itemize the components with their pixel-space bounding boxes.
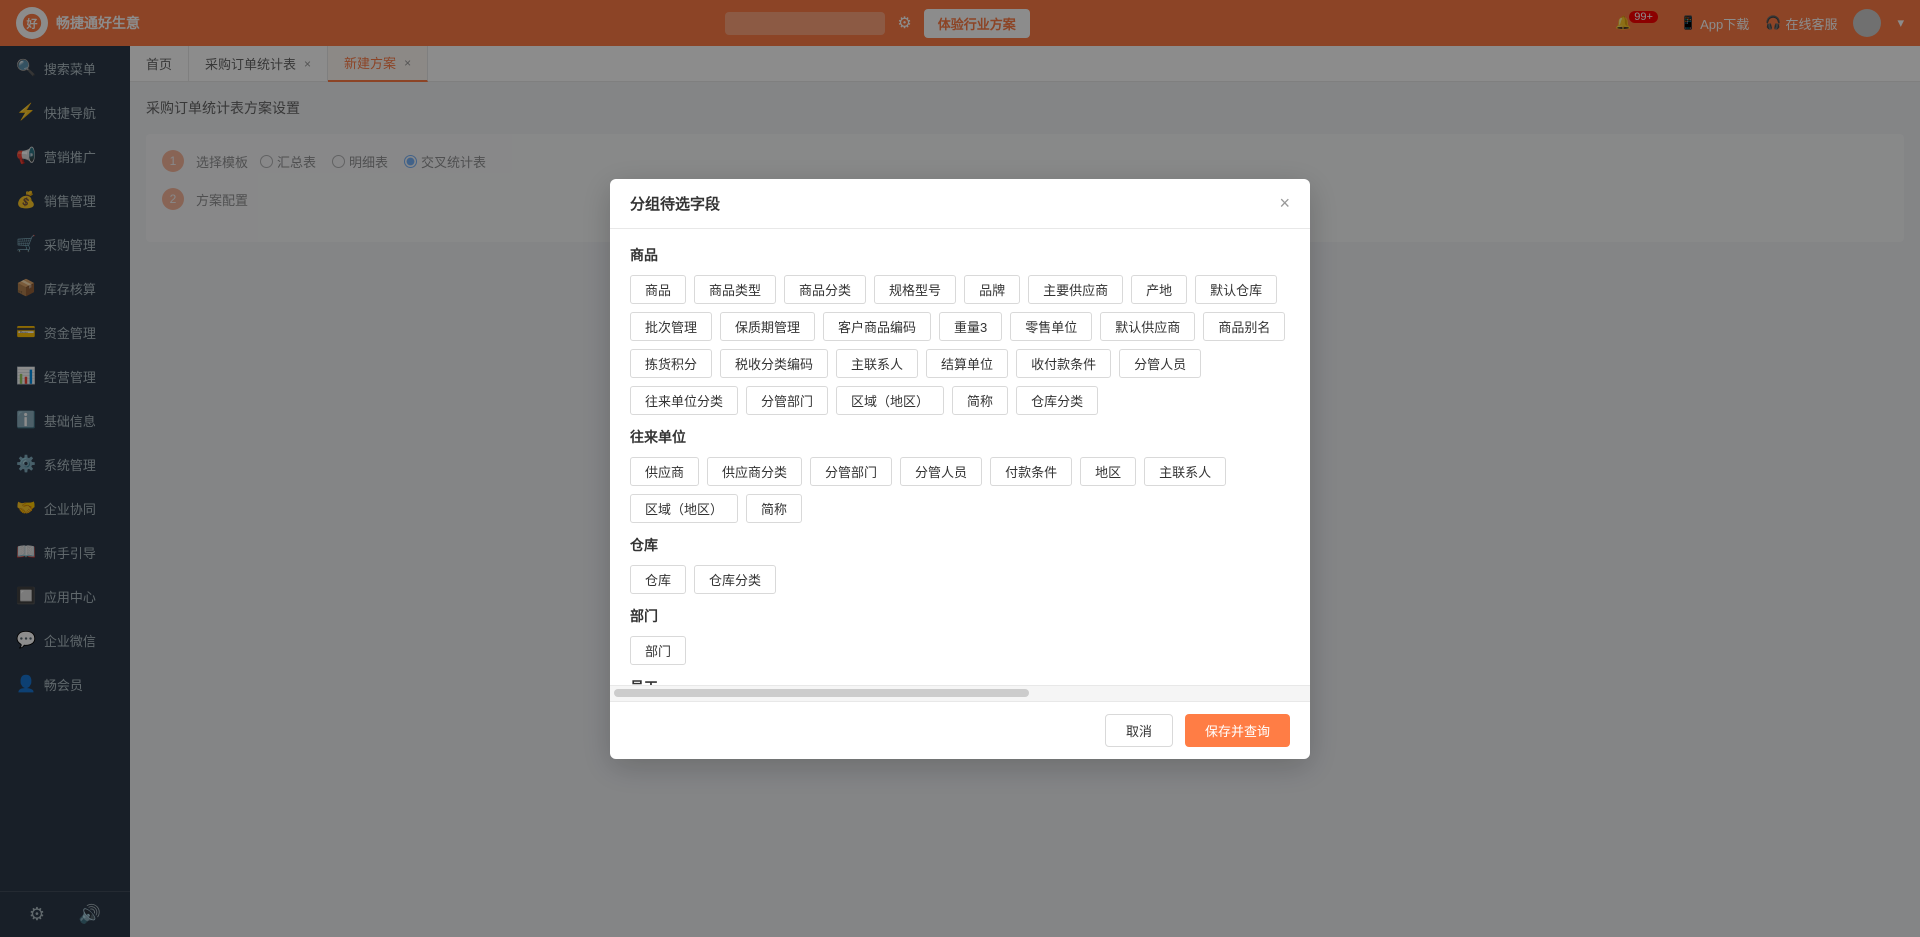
confirm-button[interactable]: 保存并查询: [1185, 714, 1290, 747]
tag-batch-mgmt[interactable]: 批次管理: [630, 312, 712, 341]
tag-supplier[interactable]: 供应商: [630, 457, 699, 486]
tag-retail-unit[interactable]: 零售单位: [1010, 312, 1092, 341]
tag-spec-model[interactable]: 规格型号: [874, 275, 956, 304]
modal-overlay: 分组待选字段 × 商品 商品 商品类型 商品分类 规格型号 品牌 主要供应商 产…: [0, 0, 1920, 937]
tag-default-warehouse[interactable]: 默认仓库: [1195, 275, 1277, 304]
section-title-partner: 往来单位: [630, 427, 1290, 447]
tag-abbr-partner[interactable]: 简称: [746, 494, 802, 523]
tag-goods-type[interactable]: 商品类型: [694, 275, 776, 304]
modal-body: 商品 商品 商品类型 商品分类 规格型号 品牌 主要供应商 产地 默认仓库 批次…: [610, 229, 1310, 685]
tag-region2[interactable]: 区域（地区）: [630, 494, 738, 523]
tag-pick-points[interactable]: 拣货积分: [630, 349, 712, 378]
tag-warehouse-cat[interactable]: 仓库分类: [1016, 386, 1098, 415]
tag-payment-terms[interactable]: 收付款条件: [1016, 349, 1111, 378]
section-title-goods: 商品: [630, 245, 1290, 265]
tag-main-contact[interactable]: 主联系人: [836, 349, 918, 378]
dept-tag-grid: 部门: [630, 636, 1290, 665]
cancel-button[interactable]: 取消: [1105, 714, 1173, 747]
partner-tag-grid: 供应商 供应商分类 分管部门 分管人员 付款条件 地区 主联系人 区域（地区） …: [630, 457, 1290, 523]
tag-brand[interactable]: 品牌: [964, 275, 1020, 304]
tag-manage-dept2[interactable]: 分管部门: [810, 457, 892, 486]
modal: 分组待选字段 × 商品 商品 商品类型 商品分类 规格型号 品牌 主要供应商 产…: [610, 179, 1310, 759]
tag-manage-dept[interactable]: 分管部门: [746, 386, 828, 415]
tag-customer-code[interactable]: 客户商品编码: [823, 312, 931, 341]
tag-warehouse-category[interactable]: 仓库分类: [694, 565, 776, 594]
modal-footer: 取消 保存并查询: [610, 701, 1310, 759]
tag-goods-alias[interactable]: 商品别名: [1203, 312, 1285, 341]
tag-partner-category[interactable]: 往来单位分类: [630, 386, 738, 415]
tag-supplier-category[interactable]: 供应商分类: [707, 457, 802, 486]
section-title-staff: 员工: [630, 677, 1290, 685]
section-title-dept: 部门: [630, 606, 1290, 626]
tag-origin[interactable]: 产地: [1131, 275, 1187, 304]
tag-warehouse[interactable]: 仓库: [630, 565, 686, 594]
tag-default-supplier[interactable]: 默认供应商: [1100, 312, 1195, 341]
tag-goods[interactable]: 商品: [630, 275, 686, 304]
tag-dept[interactable]: 部门: [630, 636, 686, 665]
modal-header: 分组待选字段 ×: [610, 179, 1310, 229]
tag-payment-cond[interactable]: 付款条件: [990, 457, 1072, 486]
tag-weight3[interactable]: 重量3: [939, 312, 1002, 341]
modal-title: 分组待选字段: [630, 193, 720, 214]
tag-main-supplier[interactable]: 主要供应商: [1028, 275, 1123, 304]
modal-hscrollbar[interactable]: [610, 685, 1310, 701]
tag-settle-unit[interactable]: 结算单位: [926, 349, 1008, 378]
tag-region[interactable]: 地区: [1080, 457, 1136, 486]
tag-abbr-goods[interactable]: 简称: [952, 386, 1008, 415]
warehouse-tag-grid: 仓库 仓库分类: [630, 565, 1290, 594]
tag-region-goods[interactable]: 区域（地区）: [836, 386, 944, 415]
modal-close-icon[interactable]: ×: [1279, 193, 1290, 214]
tag-quality-mgmt[interactable]: 保质期管理: [720, 312, 815, 341]
tag-manage-person[interactable]: 分管人员: [900, 457, 982, 486]
section-title-warehouse: 仓库: [630, 535, 1290, 555]
tag-tax-code[interactable]: 税收分类编码: [720, 349, 828, 378]
tag-dept-manager[interactable]: 分管人员: [1119, 349, 1201, 378]
goods-tag-grid: 商品 商品类型 商品分类 规格型号 品牌 主要供应商 产地 默认仓库 批次管理 …: [630, 275, 1290, 415]
tag-goods-category[interactable]: 商品分类: [784, 275, 866, 304]
tag-main-contact2[interactable]: 主联系人: [1144, 457, 1226, 486]
